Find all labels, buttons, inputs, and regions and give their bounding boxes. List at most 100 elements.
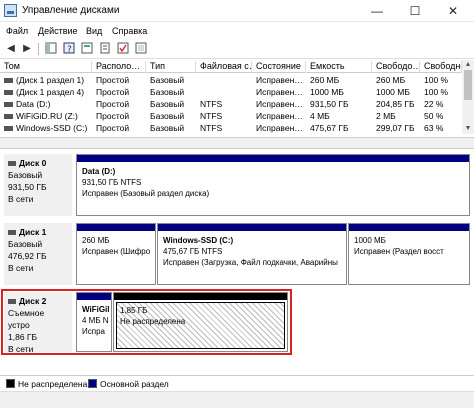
scroll-thumb[interactable] [464, 70, 472, 100]
disk-1-label[interactable]: Диск 1 Базовый 476,92 ГБ В сети [4, 223, 72, 285]
cell-capacity: 4 МБ [310, 111, 330, 121]
disk-type: Базовый [8, 170, 43, 180]
cell-capacity: 1000 МБ [310, 87, 344, 97]
column-header-free-percent[interactable]: Свободно % [420, 61, 462, 73]
partition-status: Исправен (Базовый раздел диска) [82, 189, 210, 198]
disk-2-highlight-frame [1, 289, 292, 355]
check-icon[interactable] [116, 42, 130, 56]
cell-filesystem [196, 74, 252, 86]
partition-size: 475,67 ГБ NTFS [163, 247, 223, 256]
cell-free-space: 1000 МБ [376, 87, 410, 97]
cell-status: Исправен… [256, 111, 303, 121]
toolbar: ◀ ▶ ? [0, 39, 474, 59]
cell-capacity: 260 МБ [310, 75, 340, 85]
column-header-capacity[interactable]: Емкость [306, 61, 372, 73]
cell-free-percent: 100 % [424, 87, 449, 97]
primary-partition-bar [77, 224, 155, 231]
partition-size: 1000 МБ [354, 236, 386, 245]
primary-partition-bar [349, 224, 469, 231]
disk-management-icon [4, 4, 17, 17]
close-button[interactable]: ✕ [436, 0, 470, 22]
volume-icon [4, 102, 13, 108]
disk-name: Диск 0 [19, 158, 47, 168]
table-row[interactable]: WiFiGiD.RU (Z:) Простой Базовый NTFS Исп… [0, 110, 462, 122]
table-scrollbar[interactable]: ▲ ▼ [462, 60, 474, 134]
properties-icon[interactable]: ? [62, 42, 76, 56]
menu-help[interactable]: Справка [112, 26, 147, 36]
table-row[interactable]: (Диск 1 раздел 4) Простой Базовый Исправ… [0, 86, 462, 98]
disk-status: В сети [8, 263, 34, 273]
forward-button[interactable]: ▶ [20, 42, 34, 56]
volume-icon [4, 126, 13, 132]
column-header-filesystem[interactable]: Файловая с… [196, 61, 252, 73]
volume-icon [4, 90, 13, 96]
cell-free-percent: 63 % [424, 123, 444, 133]
scroll-up-icon[interactable]: ▲ [462, 60, 474, 70]
legend-label-primary: Основной раздел [100, 379, 169, 389]
partition-status: Исправен (Загрузка, Файл подкачки, Авари… [163, 258, 338, 267]
menu-file[interactable]: Файл [6, 26, 28, 36]
column-header-status[interactable]: Состояние [252, 61, 306, 73]
refresh-icon[interactable] [134, 42, 148, 56]
minimize-button[interactable]: — [360, 0, 394, 22]
status-bar [0, 403, 474, 408]
cell-capacity: 475,67 ГБ [310, 123, 349, 133]
partition-windows-ssd-c[interactable]: Windows-SSD (C:) 475,67 ГБ NTFS Исправен… [157, 223, 347, 285]
menu-action[interactable]: Действие [38, 26, 78, 36]
svg-text:?: ? [67, 45, 72, 54]
cell-type: Базовый [150, 111, 185, 121]
export-list-icon[interactable] [98, 42, 112, 56]
cell-free-percent: 50 % [424, 111, 444, 121]
cell-filesystem: NTFS [200, 111, 223, 121]
disk-icon [8, 161, 16, 167]
column-header-type[interactable]: Тип [146, 61, 196, 73]
scroll-down-icon[interactable]: ▼ [462, 124, 474, 134]
cell-type: Базовый [150, 99, 185, 109]
disk-size: 476,92 ГБ [8, 251, 47, 261]
table-row[interactable]: Data (D:) Простой Базовый NTFS Исправен…… [0, 98, 462, 110]
legend-swatch-primary [88, 379, 97, 388]
cell-layout: Простой [96, 99, 130, 109]
legend-label-unallocated: Не распределена [18, 379, 88, 389]
partition-title: Data (D:) [82, 167, 116, 176]
title-bar: Управление дисками — ☐ ✕ [0, 0, 474, 22]
maximize-button[interactable]: ☐ [398, 0, 432, 22]
cell-filesystem [196, 86, 252, 98]
help-icon[interactable] [80, 42, 94, 56]
partition-recovery[interactable]: 1000 МБ Исправен (Раздел восст [348, 223, 470, 285]
disk-0-label[interactable]: Диск 0 Базовый 931,50 ГБ В сети [4, 154, 72, 216]
cell-volume: Windows-SSD (C:) [16, 123, 88, 133]
volume-icon [4, 78, 13, 84]
column-header-volume[interactable]: Том [0, 61, 92, 73]
cell-type: Базовый [150, 75, 185, 85]
column-header-layout[interactable]: Располо… [92, 61, 146, 73]
partition-status: Исправен (Раздел восст [354, 247, 444, 256]
cell-free-space: 204,85 ГБ [376, 99, 415, 109]
pane-splitter[interactable] [0, 137, 474, 149]
legend: Не распределена Основной раздел [0, 375, 474, 391]
cell-free-percent: 22 % [424, 99, 444, 109]
cell-free-space: 299,07 ГБ [376, 123, 415, 133]
table-row[interactable]: (Диск 1 раздел 1) Простой Базовый Исправ… [0, 74, 462, 86]
partition-efi[interactable]: 260 МБ Исправен (Шифро [76, 223, 156, 285]
cell-free-space: 2 МБ [376, 111, 396, 121]
cell-layout: Простой [96, 111, 130, 121]
cell-volume: (Диск 1 раздел 4) [16, 87, 85, 97]
primary-partition-bar [77, 155, 469, 162]
menu-view[interactable]: Вид [86, 26, 102, 36]
disk-icon [8, 230, 16, 236]
table-row[interactable]: Windows-SSD (C:) Простой Базовый NTFS Ис… [0, 122, 462, 134]
back-button[interactable]: ◀ [4, 42, 18, 56]
horizontal-scrollbar[interactable] [0, 391, 474, 403]
show-hide-tree-icon[interactable] [44, 42, 58, 56]
toolbar-separator [38, 43, 39, 55]
column-header-free-space[interactable]: Свободо… [372, 61, 420, 73]
disk-type: Базовый [8, 239, 43, 249]
partition-size: 260 МБ [82, 236, 110, 245]
cell-free-space: 260 МБ [376, 75, 406, 85]
menu-bar: Файл Действие Вид Справка [0, 23, 474, 39]
volume-icon [4, 114, 13, 120]
partition-size: 931,50 ГБ NTFS [82, 178, 142, 187]
partition-data-d[interactable]: Data (D:) 931,50 ГБ NTFS Исправен (Базов… [76, 154, 470, 216]
cell-capacity: 931,50 ГБ [310, 99, 349, 109]
